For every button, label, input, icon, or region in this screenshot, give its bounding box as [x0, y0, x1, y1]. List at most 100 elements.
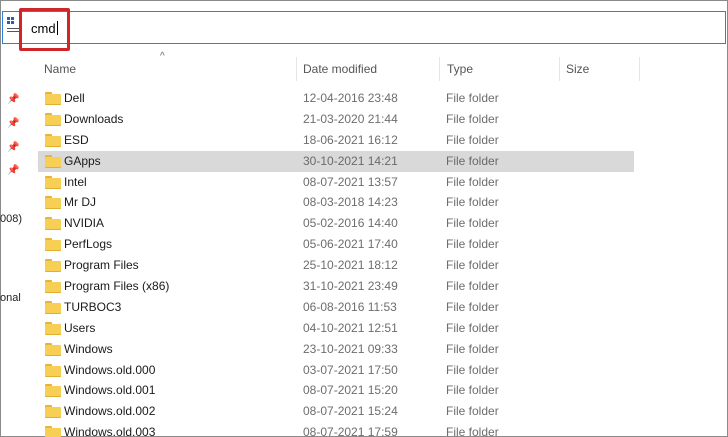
file-date-modified: 04-10-2021 12:51: [303, 320, 398, 335]
file-type: File folder: [446, 91, 499, 105]
file-date-modified: 18-06-2021 16:12: [303, 132, 398, 147]
file-row[interactable]: Windows.old.003 08-07-2021 17:59 File fold…: [38, 422, 634, 437]
address-bar[interactable]: cmd: [2, 11, 726, 44]
nav-item-clipped[interactable]: 008): [0, 213, 22, 225]
file-name: Downloads: [64, 111, 124, 126]
file-type: File folder: [446, 258, 499, 273]
pin-icon[interactable]: 📌: [7, 95, 19, 105]
file-row[interactable]: Dell 12-04-2016 23:48 File folder: [38, 88, 634, 109]
file-name: Intel: [64, 174, 87, 189]
file-name: Windows.old.003: [64, 425, 156, 437]
file-date-modified: 05-06-2021 17:40: [303, 237, 398, 252]
file-name: NVIDIA: [64, 216, 105, 231]
file-type: File folder: [446, 132, 499, 147]
column-header-name[interactable]: Name: [44, 57, 76, 81]
file-row[interactable]: PerfLogs 05-06-2021 17:40 File folder: [38, 234, 634, 255]
nav-item-clipped[interactable]: onal: [0, 292, 21, 304]
pin-icon[interactable]: 📌: [7, 166, 19, 176]
file-date-modified: 12-04-2016 23:48: [303, 91, 398, 105]
folder-icon: [45, 92, 61, 105]
file-row[interactable]: Windows 23-10-2021 09:33 File folder: [38, 339, 634, 360]
file-type: File folder: [446, 383, 499, 398]
folder-icon: [45, 321, 61, 335]
folder-icon: [45, 133, 61, 147]
file-date-modified: 08-07-2021 15:24: [303, 404, 398, 419]
folder-icon: [45, 175, 61, 189]
file-row[interactable]: Intel 08-07-2021 13:57 File folder: [38, 172, 634, 193]
file-type: File folder: [446, 216, 499, 231]
file-name: TURBOC3: [64, 299, 122, 314]
folder-icon: [45, 280, 61, 294]
file-date-modified: 08-07-2021 15:20: [303, 383, 398, 398]
file-row[interactable]: Windows.old.002 08-07-2021 15:24 File fold…: [38, 401, 634, 422]
file-type: File folder: [446, 320, 499, 335]
navigation-pane: 📌 📌 📌 📌 008) onal: [0, 46, 30, 436]
address-input[interactable]: cmd: [31, 21, 58, 37]
file-row[interactable]: Windows.old.001 08-07-2021 15:20 File fold…: [38, 380, 634, 401]
file-date-modified: 30-10-2021 14:21: [303, 153, 398, 168]
file-name: Dell: [64, 91, 85, 105]
file-name: GApps: [64, 153, 101, 168]
file-date-modified: 21-03-2020 21:44: [303, 111, 398, 126]
folder-icon: [45, 384, 61, 398]
file-name: Windows.old.000: [64, 362, 156, 377]
file-type: File folder: [446, 237, 499, 252]
folder-icon: [45, 405, 61, 419]
column-header-size[interactable]: Size: [566, 57, 589, 81]
file-date-modified: 08-07-2021 13:57: [303, 174, 398, 189]
file-name: Mr DJ: [64, 195, 96, 210]
column-divider[interactable]: [296, 57, 297, 81]
file-type: File folder: [446, 195, 499, 210]
folder-view-icon: [7, 17, 19, 37]
file-date-modified: 08-03-2018 14:23: [303, 195, 398, 210]
file-row[interactable]: Program Files 25-10-2021 18:12 File folder: [38, 255, 634, 276]
text-caret: [56, 21, 58, 35]
file-name: Windows.old.001: [64, 383, 156, 398]
file-type: File folder: [446, 299, 499, 314]
column-header-date[interactable]: Date modified: [303, 57, 377, 81]
file-row[interactable]: Mr DJ 08-03-2018 14:23 File folder: [38, 192, 634, 213]
file-row[interactable]: TURBOC3 06-08-2016 11:53 File folder: [38, 297, 634, 318]
file-type: File folder: [446, 153, 499, 168]
file-row[interactable]: Downloads 21-03-2020 21:44 File folder: [38, 109, 634, 130]
file-type: File folder: [446, 425, 499, 437]
file-name: ESD: [64, 132, 89, 147]
file-date-modified: 08-07-2021 17:59: [303, 425, 398, 437]
file-row[interactable]: Program Files (x86) 31-10-2021 23:49 File …: [38, 276, 634, 297]
folder-icon: [45, 363, 61, 377]
folder-icon: [45, 342, 61, 356]
file-row[interactable]: Windows.old.000 03-07-2021 17:50 File fold…: [38, 360, 634, 381]
file-type: File folder: [446, 279, 499, 294]
file-date-modified: 03-07-2021 17:50: [303, 362, 398, 377]
file-date-modified: 25-10-2021 18:12: [303, 258, 398, 273]
file-name: Windows: [64, 341, 113, 356]
sort-up-icon: ^: [160, 51, 165, 62]
file-type: File folder: [446, 404, 499, 419]
folder-icon: [45, 238, 61, 252]
column-divider[interactable]: [439, 57, 440, 81]
column-divider[interactable]: [639, 57, 640, 81]
folder-icon: [45, 300, 61, 314]
file-name: Program Files: [64, 258, 139, 273]
file-name: Program Files (x86): [64, 279, 170, 294]
column-divider[interactable]: [559, 57, 560, 81]
file-date-modified: 05-02-2016 14:40: [303, 216, 398, 231]
file-type: File folder: [446, 174, 499, 189]
folder-icon: [45, 112, 61, 126]
file-type: File folder: [446, 111, 499, 126]
file-name: Windows.old.002: [64, 404, 156, 419]
folder-icon: [45, 154, 61, 168]
file-type: File folder: [446, 341, 499, 356]
file-row[interactable]: Users 04-10-2021 12:51 File folder: [38, 318, 634, 339]
file-row[interactable]: GApps 30-10-2021 14:21 File folder: [38, 150, 634, 172]
folder-icon: [45, 196, 61, 210]
file-row[interactable]: ESD 18-06-2021 16:12 File folder: [38, 130, 634, 151]
file-type: File folder: [446, 362, 499, 377]
file-row[interactable]: NVIDIA 05-02-2016 14:40 File folder: [38, 213, 634, 234]
pin-icon[interactable]: 📌: [7, 119, 19, 129]
folder-icon: [45, 217, 61, 231]
file-date-modified: 31-10-2021 23:49: [303, 279, 398, 294]
column-header-type[interactable]: Type: [447, 57, 473, 81]
pin-icon[interactable]: 📌: [7, 143, 19, 153]
file-name: PerfLogs: [64, 237, 113, 252]
